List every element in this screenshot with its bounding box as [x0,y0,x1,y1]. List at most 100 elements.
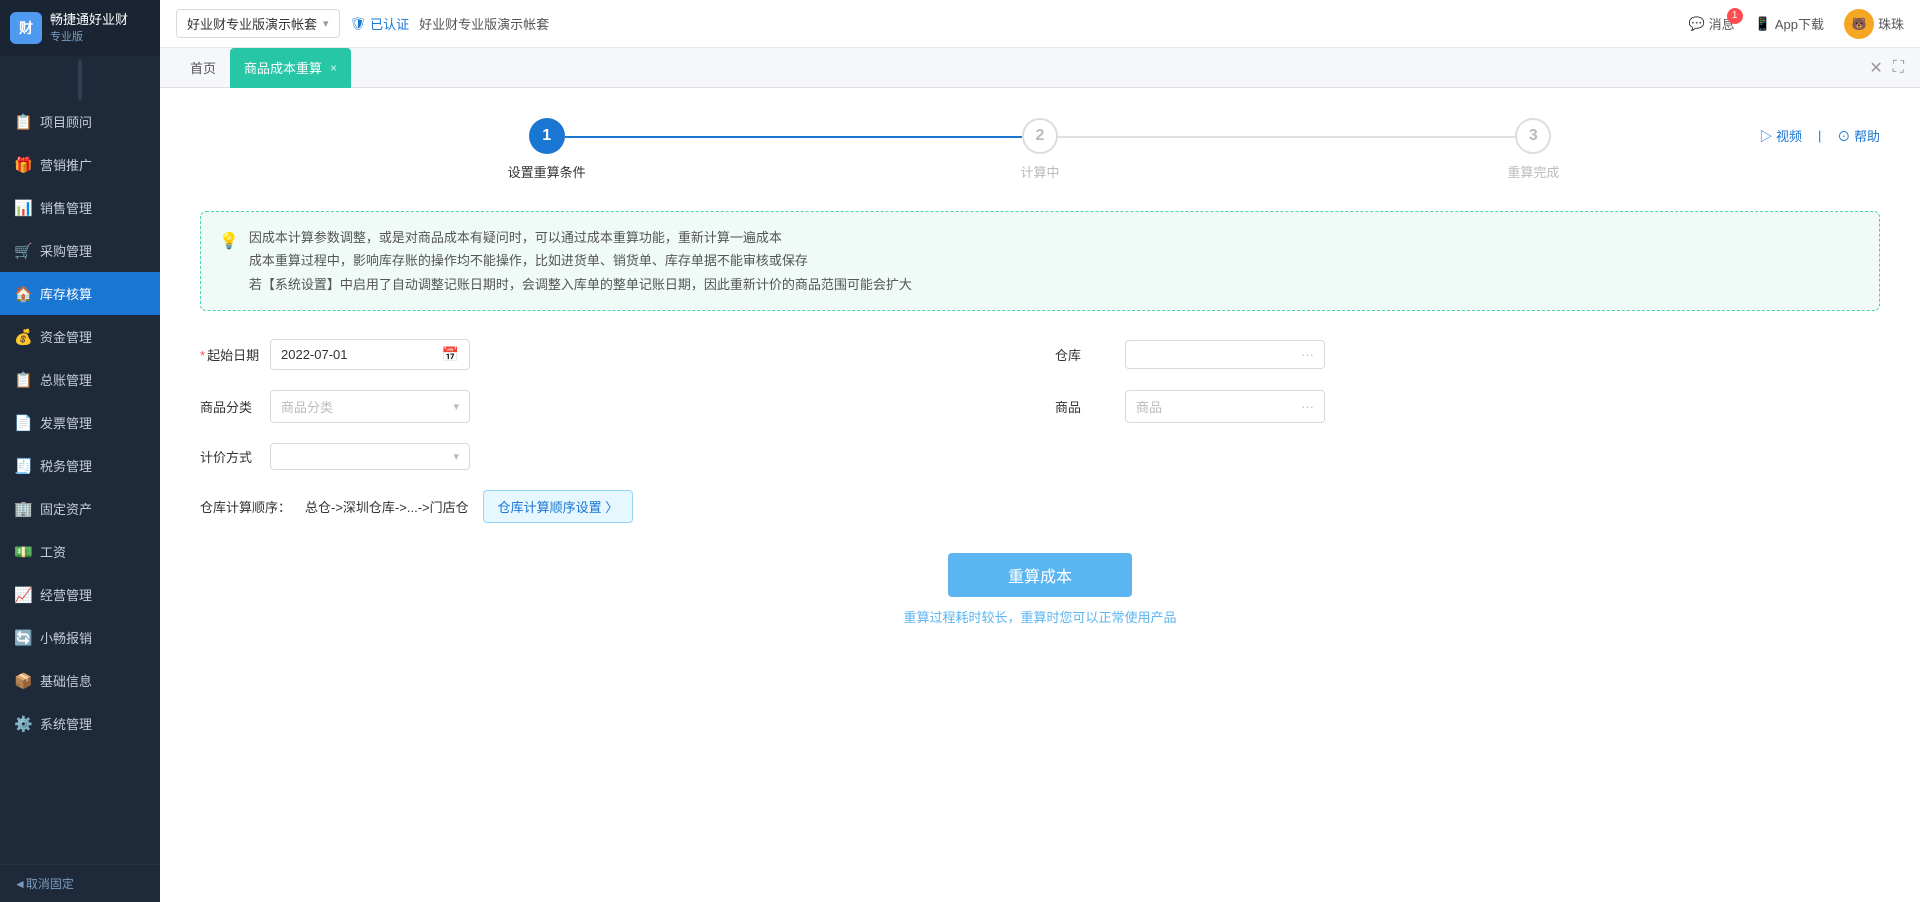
step-label-1: 设置重算条件 [508,162,586,181]
sidebar-item-invoice[interactable]: 📄 发票管理 [0,401,160,444]
sidebar-item-label: 经营管理 [40,585,92,604]
topbar-company-name: 好业财专业版演示帐套 [419,14,549,33]
action-container: 重算成本 重算过程耗时较长，重算时您可以正常使用产品 [200,553,1880,626]
pin-toggle-label: ◄取消固定 [14,875,74,892]
sidebar-item-purchase[interactable]: 🛒 采购管理 [0,229,160,272]
sidebar-item-assets[interactable]: 🏢 固定资产 [0,487,160,530]
step-2: 2 计算中 [793,118,1286,181]
category-chevron-icon: ▾ [453,400,459,413]
category-label: 商品分类 [200,397,260,416]
company-selector[interactable]: 好业财专业版演示帐套 ▾ [176,9,340,38]
expand-icon[interactable]: ⛶ [1893,59,1904,77]
operation-icon: 📈 [14,586,32,604]
inventory-icon: 🏠 [14,285,32,303]
steps-helper: ▷ 视频 | ⊙ 帮助 [1759,126,1880,145]
notification-badge: 1 [1727,8,1743,24]
user-menu[interactable]: 🐻 珠珠 [1844,9,1904,39]
required-symbol: * [200,348,205,363]
helper-separator: | [1818,126,1821,145]
recalc-button[interactable]: 重算成本 [948,553,1132,597]
sidebar-item-operation[interactable]: 📈 经营管理 [0,573,160,616]
sidebar-item-marketing[interactable]: 🎁 营销推广 [0,143,160,186]
dots-icon: ··· [1301,347,1314,362]
sidebar-item-project[interactable]: 📋 项目顾问 [0,100,160,143]
company-select-label: 好业财专业版演示帐套 [187,14,317,33]
sidebar-pin-toggle[interactable]: ◄取消固定 [0,864,160,902]
sidebar-item-label: 库存核算 [40,284,92,303]
warehouse-order-btn-label: 仓库计算顺序设置 〉 [498,497,619,516]
info-box: 💡 因成本计算参数调整，或是对商品成本有疑问时，可以通过成本重算功能，重新计算一… [200,211,1880,311]
sidebar-item-inventory[interactable]: 🏠 库存核算 [0,272,160,315]
page-content: 1 设置重算条件 2 计算中 3 重算完成 ▷ 视频 | ⊙ 帮助 [160,88,1920,902]
sidebar-item-label: 营销推广 [40,155,92,174]
warehouse-input[interactable]: ··· [1125,340,1325,369]
message-icon: 💬 [1688,16,1704,32]
sidebar-item-label: 采购管理 [40,241,92,260]
help-link[interactable]: ⊙ 帮助 [1837,126,1880,145]
app-download-action[interactable]: 📱 App下载 [1755,14,1824,33]
step-label-2: 计算中 [1020,162,1059,181]
purchase-icon: 🛒 [14,242,32,260]
avatar: 🐻 [1844,9,1874,39]
topbar-actions: 💬 消息 1 📱 App下载 🐻 珠珠 [1688,9,1904,39]
start-date-value: 2022-07-01 [281,347,348,362]
sidebar-item-label: 资金管理 [40,327,92,346]
info-line-3: 若【系统设置】中启用了自动调整记账日期时，会调整入库单的整单记账日期，因此重新计… [249,273,912,296]
sidebar-item-label: 基础信息 [40,671,92,690]
start-date-input[interactable]: 2022-07-01 📅 [270,339,470,370]
project-icon: 📋 [14,113,32,131]
finance-icon: 💰 [14,328,32,346]
phone-icon: 📱 [1755,16,1771,32]
start-date-label: *起始日期 [200,345,260,364]
warehouse-order-value: 总仓->深圳仓库->...->门店仓 [305,497,469,516]
info-line-2: 成本重算过程中，影响库存账的操作均不能操作，比如进货单、销货单、库存单据不能审核… [249,249,912,272]
tab-cost-label: 商品成本重算 [244,58,322,77]
recalc-note: 重算过程耗时较长，重算时您可以正常使用产品 [903,607,1176,626]
pricing-select[interactable]: ▾ [270,443,470,470]
marketing-icon: 🎁 [14,156,32,174]
form-row-1: *起始日期 2022-07-01 📅 仓库 ··· [200,339,1880,370]
basic-icon: 📦 [14,672,32,690]
category-placeholder: 商品分类 [281,397,333,416]
form-row-3: 计价方式 ▾ [200,443,1880,470]
tab-cost-recalc[interactable]: 商品成本重算 × [230,48,351,88]
sidebar-item-label: 系统管理 [40,714,92,733]
step-1: 1 设置重算条件 [300,118,793,181]
start-date-group: *起始日期 2022-07-01 📅 [200,339,1025,370]
category-group: 商品分类 商品分类 ▾ [200,390,1025,423]
sidebar-item-label: 工资 [40,542,66,561]
sidebar-item-finance[interactable]: 💰 资金管理 [0,315,160,358]
step-circle-1: 1 [529,118,565,154]
form-row-2: 商品分类 商品分类 ▾ 商品 商品 ··· [200,390,1880,423]
sidebar-logo: 财 畅捷通好业财 专业版 [0,0,160,56]
step-label-3: 重算完成 [1507,162,1559,181]
tabbar: 首页 商品成本重算 × ✕ ⛶ [160,48,1920,88]
step-circle-3: 3 [1515,118,1551,154]
sidebar-item-basic[interactable]: 📦 基础信息 [0,659,160,702]
recalc-btn-label: 重算成本 [1008,569,1072,586]
verified-badge: 🛡 已认证 [350,14,410,33]
sidebar-item-tax[interactable]: 🧾 税务管理 [0,444,160,487]
user-name: 珠珠 [1878,14,1904,33]
tab-close-icon[interactable]: × [330,61,337,75]
dots-icon: ··· [1301,399,1314,414]
video-link[interactable]: ▷ 视频 [1759,126,1802,145]
logo-icon: 财 [10,12,42,44]
close-icon[interactable]: ✕ [1869,58,1882,78]
message-action[interactable]: 💬 消息 1 [1688,14,1734,33]
pricing-label: 计价方式 [200,447,260,466]
sidebar-item-label: 总账管理 [40,370,92,389]
sidebar-item-expense[interactable]: 🔄 小畅报销 [0,616,160,659]
info-icon: 💡 [219,228,239,296]
sidebar-item-accounting[interactable]: 📋 总账管理 [0,358,160,401]
warehouse-order-label: 仓库计算顺序： [200,497,291,516]
warehouse-order-settings-btn[interactable]: 仓库计算顺序设置 〉 [483,490,634,523]
goods-placeholder: 商品 [1136,397,1301,416]
tab-home[interactable]: 首页 [176,48,230,88]
warehouse-order-row: 仓库计算顺序： 总仓->深圳仓库->...->门店仓 仓库计算顺序设置 〉 [200,490,1880,523]
category-select[interactable]: 商品分类 ▾ [270,390,470,423]
sidebar-item-sales[interactable]: 📊 销售管理 [0,186,160,229]
sidebar-item-system[interactable]: ⚙️ 系统管理 [0,702,160,745]
sidebar-item-salary[interactable]: 💵 工资 [0,530,160,573]
goods-input[interactable]: 商品 ··· [1125,390,1325,423]
